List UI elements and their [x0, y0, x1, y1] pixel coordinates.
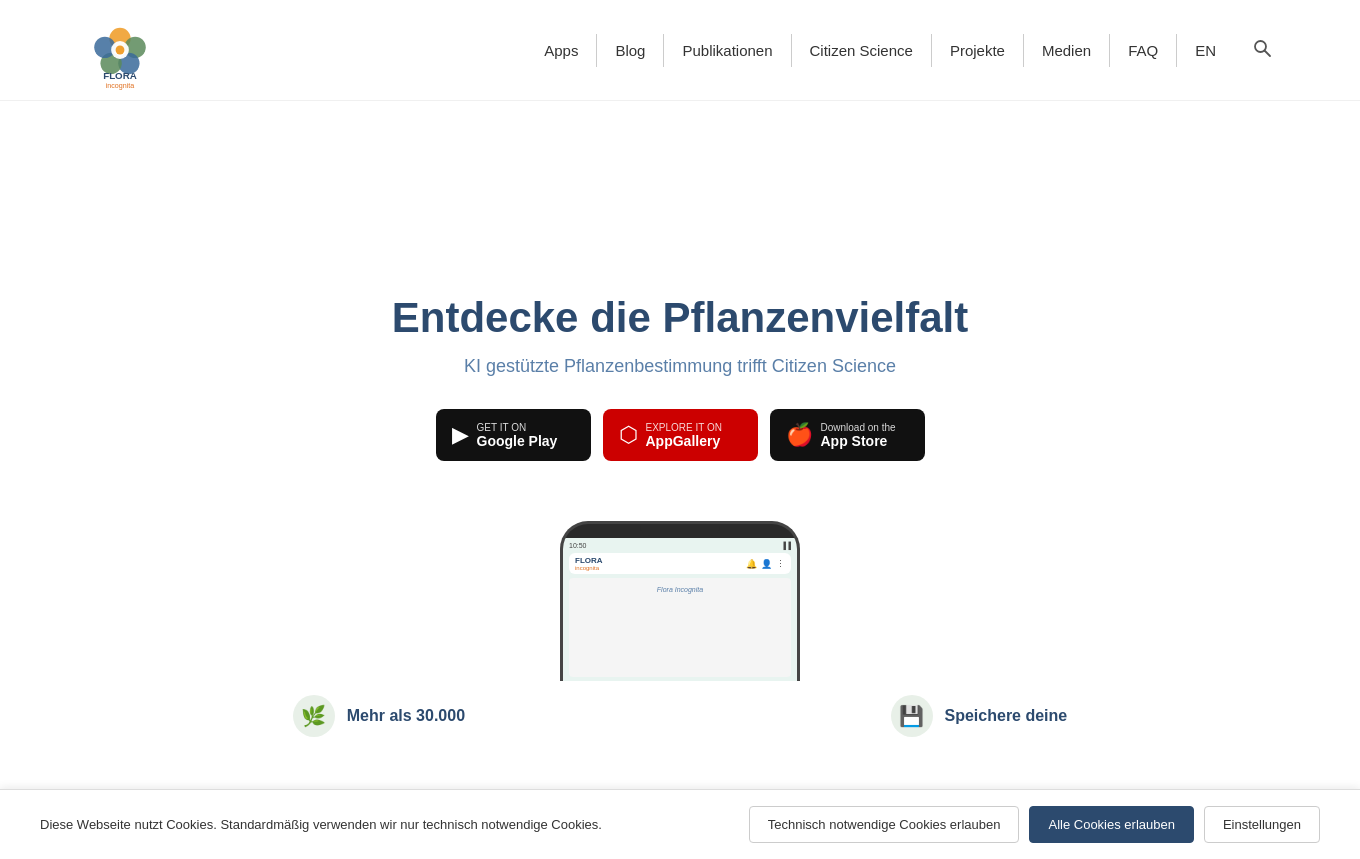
info-text-left: Mehr als 30.000	[347, 707, 465, 725]
phone-time: 10:50	[569, 542, 587, 549]
info-strip: 🌿 Mehr als 30.000 💾 Speichere deine	[0, 681, 1360, 751]
phone-logo-sub: incognita	[575, 565, 603, 571]
huawei-icon: ⬡	[619, 422, 638, 448]
nav-item-projekte[interactable]: Projekte	[932, 34, 1024, 67]
phone-app-content: Flora Incognita	[569, 578, 791, 677]
phone-signal: ▐▐	[781, 542, 791, 549]
huawei-appgallery-button[interactable]: ⬡ EXPLORE IT ON AppGallery	[603, 409, 758, 461]
logo[interactable]: FLORA incognita	[80, 10, 160, 90]
nav-item-blog[interactable]: Blog	[597, 34, 664, 67]
leaf-icon: 🌿	[301, 704, 326, 728]
apple-appstore-button[interactable]: 🍎 Download on the App Store	[770, 409, 925, 461]
logo-icon: FLORA incognita	[80, 10, 160, 90]
menu-icon: ⋮	[776, 559, 785, 569]
svg-point-6	[116, 46, 125, 55]
phone-logo-text: FLORA	[575, 556, 603, 565]
apple-sub: Download on the	[821, 422, 896, 433]
save-feature-icon: 💾	[891, 695, 933, 737]
svg-line-10	[1265, 50, 1271, 56]
user-icon: 👤	[761, 559, 772, 569]
google-play-icon: ▶	[452, 422, 469, 448]
main-nav: Apps Blog Publikationen Citizen Science …	[526, 30, 1280, 71]
svg-text:FLORA: FLORA	[103, 70, 137, 81]
hero-subtitle: KI gestützte Pflanzenbestimmung trifft C…	[464, 356, 896, 377]
phone-mockup: 10:50 ▐▐ FLORA incognita 🔔 👤 ⋮ Flora Inc…	[560, 521, 800, 681]
hero-section: Entdecke die Pflanzenvielfalt KI gestütz…	[0, 101, 1360, 501]
nav-item-publikationen[interactable]: Publikationen	[664, 34, 791, 67]
google-play-sub: GET IT ON	[477, 422, 558, 433]
svg-text:incognita: incognita	[106, 82, 135, 90]
google-play-button[interactable]: ▶ GET IT ON Google Play	[436, 409, 591, 461]
google-play-name: Google Play	[477, 433, 558, 449]
apple-icon: 🍎	[786, 422, 813, 448]
huawei-name: AppGallery	[646, 433, 723, 449]
info-text-right: Speichere deine	[945, 707, 1068, 725]
phone-content-label: Flora Incognita	[573, 586, 787, 593]
plants-icon: 🌿	[293, 695, 335, 737]
phone-screen: 10:50 ▐▐ FLORA incognita 🔔 👤 ⋮ Flora Inc…	[563, 538, 797, 681]
phone-app-bar: FLORA incognita 🔔 👤 ⋮	[569, 553, 791, 574]
header: FLORA incognita Apps Blog Publikationen …	[0, 0, 1360, 101]
bell-icon: 🔔	[746, 559, 757, 569]
nav-item-faq[interactable]: FAQ	[1110, 34, 1177, 67]
info-item-left: 🌿 Mehr als 30.000	[293, 695, 465, 737]
info-item-right: 💾 Speichere deine	[891, 695, 1068, 737]
nav-item-apps[interactable]: Apps	[526, 34, 597, 67]
phone-status-bar: 10:50 ▐▐	[569, 542, 791, 549]
phone-mockup-area: 10:50 ▐▐ FLORA incognita 🔔 👤 ⋮ Flora Inc…	[0, 501, 1360, 681]
phone-app-icons: 🔔 👤 ⋮	[746, 559, 785, 569]
apple-name: App Store	[821, 433, 896, 449]
nav-item-medien[interactable]: Medien	[1024, 34, 1110, 67]
nav-item-en[interactable]: EN	[1177, 34, 1234, 67]
huawei-sub: EXPLORE IT ON	[646, 422, 723, 433]
save-icon: 💾	[899, 704, 924, 728]
hero-title: Entdecke die Pflanzenvielfalt	[392, 294, 969, 342]
nav-item-citizen-science[interactable]: Citizen Science	[792, 34, 932, 67]
phone-notch	[640, 524, 720, 536]
search-icon[interactable]	[1234, 30, 1280, 71]
store-buttons: ▶ GET IT ON Google Play ⬡ EXPLORE IT ON …	[436, 409, 925, 461]
